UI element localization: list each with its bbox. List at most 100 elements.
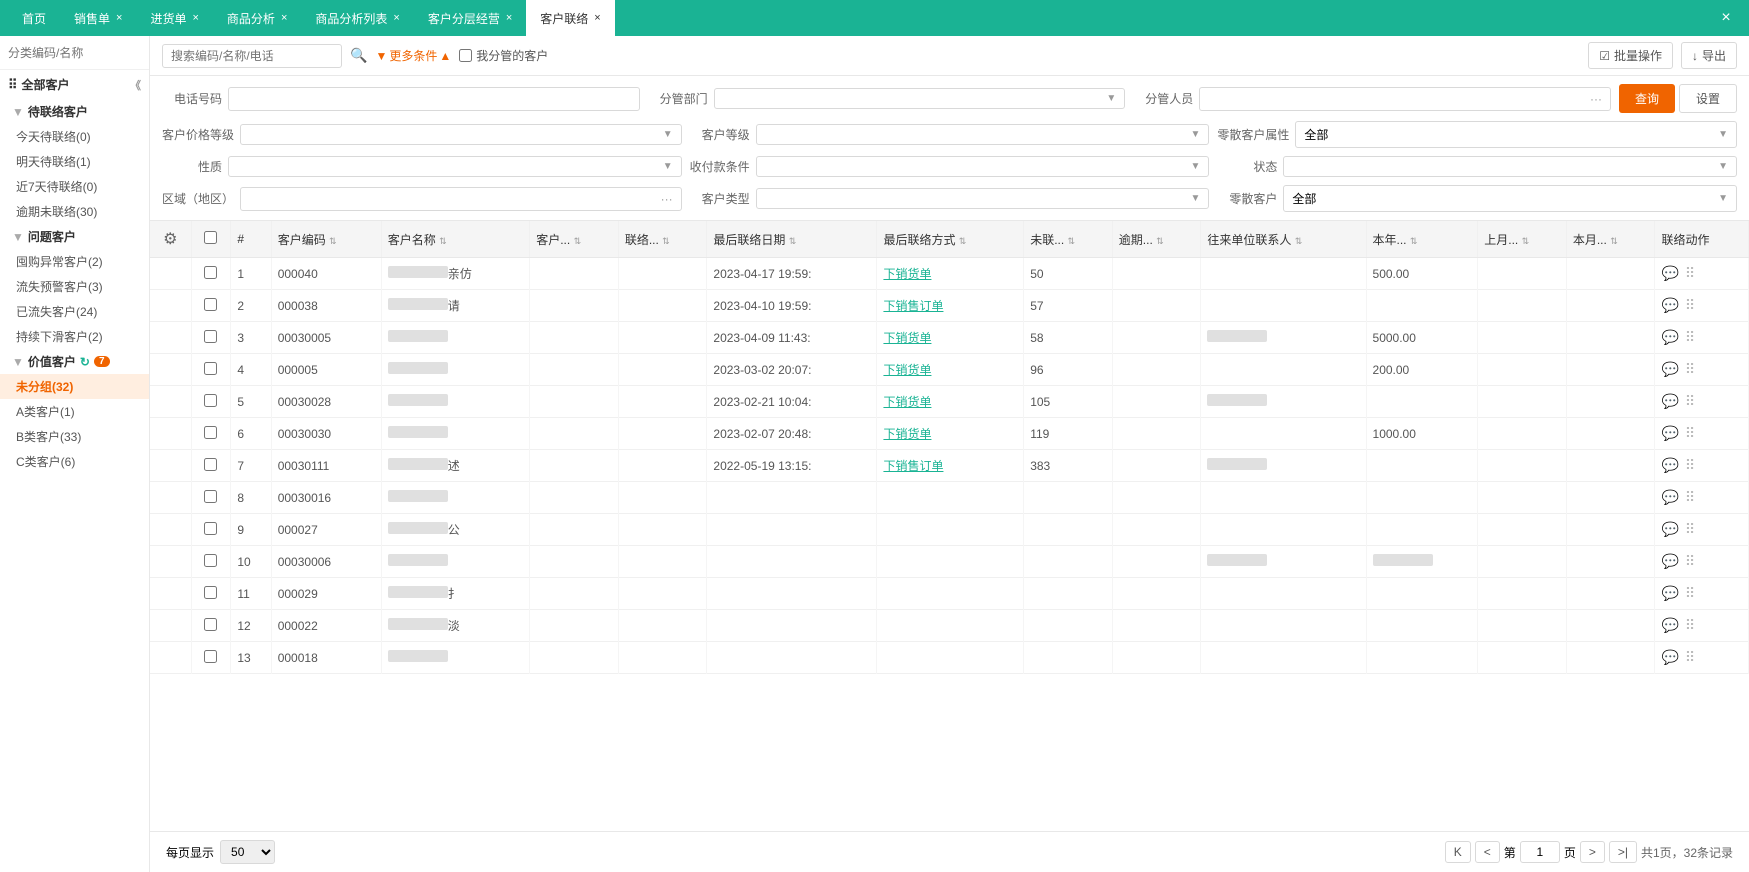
query-button[interactable]: 查询 bbox=[1619, 84, 1675, 113]
close-customer-tier-icon[interactable]: × bbox=[506, 12, 512, 24]
price-level-select[interactable]: ▼ bbox=[240, 124, 682, 145]
td-level bbox=[530, 386, 619, 418]
row-checkbox[interactable] bbox=[204, 618, 217, 631]
manager-select[interactable]: ··· bbox=[1199, 87, 1611, 111]
status-select[interactable]: ▼ bbox=[1283, 156, 1737, 177]
category-search-input[interactable] bbox=[8, 46, 150, 60]
nav-product-list[interactable]: 商品分析列表 × bbox=[301, 0, 413, 36]
grid-icon[interactable]: ⠿ bbox=[1685, 393, 1695, 410]
refresh-icon[interactable]: ↻ bbox=[80, 355, 90, 369]
td-this-month bbox=[1566, 578, 1655, 610]
th-name: 客户名称 ⇅ bbox=[381, 221, 529, 258]
grid-icon[interactable]: ⠿ bbox=[1685, 361, 1695, 378]
row-checkbox[interactable] bbox=[204, 330, 217, 343]
sidebar-item-tomorrow-pending[interactable]: 明天待联络(1) bbox=[0, 149, 149, 174]
close-sales-icon[interactable]: × bbox=[116, 12, 122, 24]
sidebar-item-today-pending[interactable]: 今天待联络(0) bbox=[0, 124, 149, 149]
page-size-select[interactable]: 50 20 100 bbox=[220, 840, 275, 864]
sidebar-item-7days-pending[interactable]: 近7天待联络(0) bbox=[0, 174, 149, 199]
dept-select[interactable]: ▼ bbox=[714, 88, 1126, 109]
sidebar-item-class-a[interactable]: A类客户(1) bbox=[0, 399, 149, 424]
next-page-button[interactable]: > bbox=[1580, 841, 1605, 863]
nav-sales[interactable]: 销售单 × bbox=[60, 0, 136, 36]
more-conditions-button[interactable]: ▼ 更多条件 ▲ bbox=[375, 47, 451, 64]
main-search-input[interactable] bbox=[162, 44, 342, 68]
comment-icon[interactable]: 💬 bbox=[1661, 649, 1678, 666]
main-search-icon[interactable]: 🔍 bbox=[350, 47, 367, 64]
row-checkbox[interactable] bbox=[204, 426, 217, 439]
export-button[interactable]: ↓ 导出 bbox=[1681, 42, 1737, 69]
grid-icon[interactable]: ⠿ bbox=[1685, 457, 1695, 474]
page-input[interactable] bbox=[1520, 841, 1560, 863]
comment-icon[interactable]: 💬 bbox=[1661, 617, 1678, 634]
nav-home[interactable]: 首页 bbox=[8, 0, 60, 36]
comment-icon[interactable]: 💬 bbox=[1661, 425, 1678, 442]
comment-icon[interactable]: 💬 bbox=[1661, 553, 1678, 570]
comment-icon[interactable]: 💬 bbox=[1661, 265, 1678, 282]
row-checkbox[interactable] bbox=[204, 458, 217, 471]
sidebar-item-churned[interactable]: 已流失客户(24) bbox=[0, 299, 149, 324]
row-checkbox[interactable] bbox=[204, 586, 217, 599]
sidebar-item-class-b[interactable]: B类客户(33) bbox=[0, 424, 149, 449]
row-checkbox[interactable] bbox=[204, 298, 217, 311]
sidebar-item-declining[interactable]: 持续下滑客户(2) bbox=[0, 324, 149, 349]
region-select[interactable]: ··· bbox=[240, 187, 682, 211]
row-checkbox[interactable] bbox=[204, 522, 217, 535]
prev-page-button[interactable]: < bbox=[1475, 841, 1500, 863]
nav-customer-tier[interactable]: 客户分层经营 × bbox=[414, 0, 526, 36]
column-settings-button[interactable]: ⚙ bbox=[163, 229, 177, 249]
grid-icon[interactable]: ⠿ bbox=[1685, 265, 1695, 282]
payment-select[interactable]: ▼ bbox=[756, 156, 1210, 177]
row-checkbox[interactable] bbox=[204, 394, 217, 407]
grid-icon[interactable]: ⠿ bbox=[1685, 329, 1695, 346]
comment-icon[interactable]: 💬 bbox=[1661, 297, 1678, 314]
sidebar-item-churn-warning[interactable]: 流失预警客户(3) bbox=[0, 274, 149, 299]
retail-attr-select[interactable]: 全部▼ bbox=[1295, 121, 1737, 148]
comment-icon[interactable]: 💬 bbox=[1661, 489, 1678, 506]
all-customers-header[interactable]: ⠿ 全部客户 《 bbox=[0, 70, 149, 99]
last-page-button[interactable]: >| bbox=[1609, 841, 1637, 863]
close-customer-contact-icon[interactable]: × bbox=[594, 12, 600, 24]
row-checkbox[interactable] bbox=[204, 650, 217, 663]
comment-icon[interactable]: 💬 bbox=[1661, 361, 1678, 378]
retail-customer-select[interactable]: 全部▼ bbox=[1283, 185, 1737, 212]
first-page-button[interactable]: K bbox=[1445, 841, 1471, 863]
row-checkbox[interactable] bbox=[204, 554, 217, 567]
grid-icon[interactable]: ⠿ bbox=[1685, 585, 1695, 602]
my-customers-checkbox[interactable] bbox=[459, 49, 472, 62]
nav-customer-contact[interactable]: 客户联络 × bbox=[526, 0, 614, 36]
nav-purchase[interactable]: 进货单 × bbox=[136, 0, 212, 36]
row-checkbox[interactable] bbox=[204, 362, 217, 375]
grid-icon[interactable]: ⠿ bbox=[1685, 297, 1695, 314]
customer-type-select[interactable]: ▼ bbox=[756, 188, 1210, 209]
batch-ops-button[interactable]: ☑ 批量操作 bbox=[1588, 42, 1673, 69]
sidebar-item-overdue-pending[interactable]: 逾期未联络(30) bbox=[0, 199, 149, 224]
reset-button[interactable]: 设置 bbox=[1679, 84, 1737, 113]
select-all-checkbox[interactable] bbox=[204, 231, 217, 244]
collapse-icon[interactable]: 《 bbox=[130, 77, 141, 93]
row-checkbox[interactable] bbox=[204, 266, 217, 279]
grid-icon[interactable]: ⠿ bbox=[1685, 521, 1695, 538]
comment-icon[interactable]: 💬 bbox=[1661, 585, 1678, 602]
close-product-list-icon[interactable]: × bbox=[393, 12, 399, 24]
grid-icon[interactable]: ⠿ bbox=[1685, 553, 1695, 570]
sidebar-item-class-c[interactable]: C类客户(6) bbox=[0, 449, 149, 474]
nav-product-analysis[interactable]: 商品分析 × bbox=[213, 0, 301, 36]
window-close-button[interactable]: × bbox=[1711, 3, 1741, 33]
comment-icon[interactable]: 💬 bbox=[1661, 521, 1678, 538]
close-purchase-icon[interactable]: × bbox=[192, 12, 198, 24]
grid-icon[interactable]: ⠿ bbox=[1685, 649, 1695, 666]
nature-select[interactable]: ▼ bbox=[228, 156, 682, 177]
customer-level-select[interactable]: ▼ bbox=[756, 124, 1210, 145]
sidebar-item-ungrouped[interactable]: 未分组(32) bbox=[0, 374, 149, 399]
sidebar-item-abnormal[interactable]: 囤购异常客户(2) bbox=[0, 249, 149, 274]
comment-icon[interactable]: 💬 bbox=[1661, 329, 1678, 346]
comment-icon[interactable]: 💬 bbox=[1661, 457, 1678, 474]
grid-icon[interactable]: ⠿ bbox=[1685, 425, 1695, 442]
grid-icon[interactable]: ⠿ bbox=[1685, 617, 1695, 634]
row-checkbox[interactable] bbox=[204, 490, 217, 503]
grid-icon[interactable]: ⠿ bbox=[1685, 489, 1695, 506]
phone-input[interactable] bbox=[228, 87, 640, 111]
comment-icon[interactable]: 💬 bbox=[1661, 393, 1678, 410]
close-product-analysis-icon[interactable]: × bbox=[281, 12, 287, 24]
